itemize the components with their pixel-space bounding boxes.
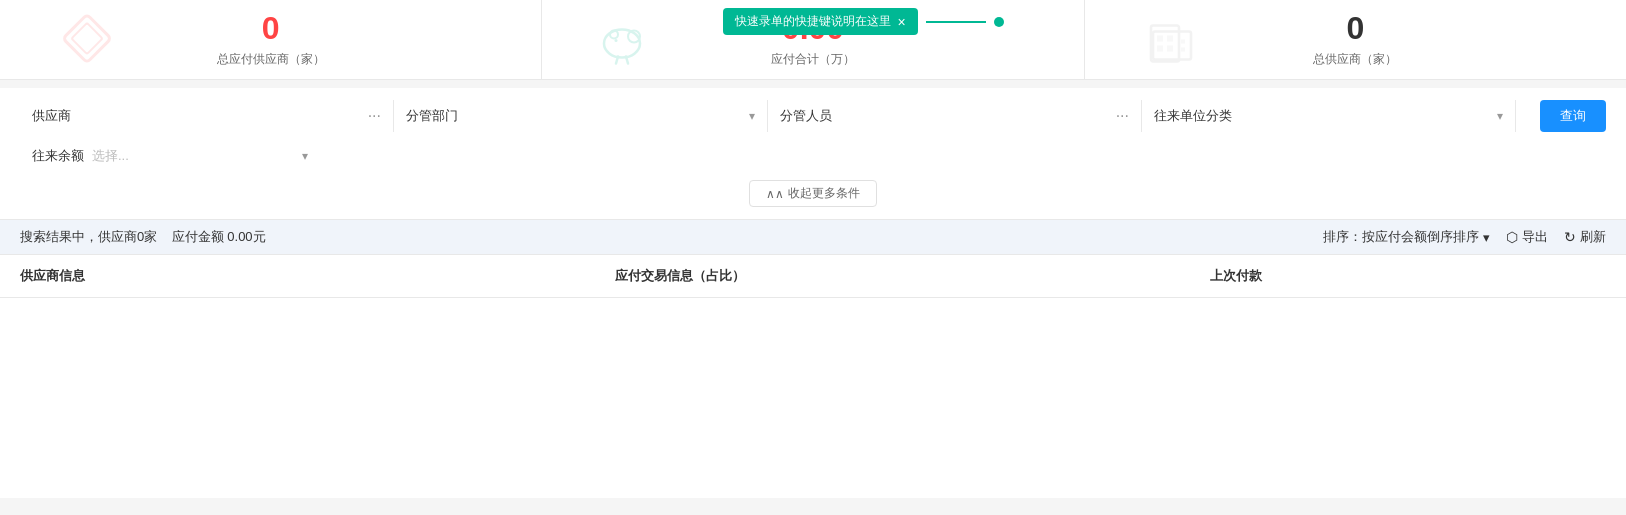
table-container: 供应商信息 应付交易信息（占比） 上次付款 — [0, 255, 1626, 498]
svg-point-7 — [615, 39, 618, 42]
diamond-icon — [60, 11, 114, 68]
export-label: 导出 — [1522, 228, 1548, 246]
tooltip-dot — [994, 17, 1004, 27]
piggy-icon — [592, 8, 652, 71]
query-button[interactable]: 查询 — [1540, 100, 1606, 132]
export-icon: ⬡ — [1506, 229, 1518, 245]
department-select[interactable]: ▾ — [466, 109, 755, 123]
balance-placeholder: 选择... — [92, 147, 298, 165]
unit-category-chevron-icon: ▾ — [1497, 109, 1503, 123]
sort-chevron-icon: ▾ — [1483, 230, 1490, 245]
department-label: 分管部门 — [406, 107, 458, 125]
result-amount: 应付金额 0.00元 — [172, 229, 266, 244]
balance-select[interactable]: 选择... ▾ — [92, 147, 308, 165]
total-suppliers-label: 总供应商（家） — [1313, 51, 1397, 68]
tooltip-line — [926, 21, 986, 23]
balance-chevron-icon: ▾ — [302, 149, 308, 163]
refresh-button[interactable]: ↻ 刷新 — [1564, 228, 1606, 246]
refresh-icon: ↻ — [1564, 229, 1576, 245]
svg-rect-1 — [71, 22, 102, 53]
filter-row-1: 供应商 ··· 分管部门 ▾ 分管人员 ··· 往来单位分类 ▾ — [20, 100, 1606, 132]
table-body — [0, 298, 1626, 498]
result-text: 搜索结果中，供应商0家 — [20, 229, 157, 244]
result-info: 搜索结果中，供应商0家 应付金额 0.00元 — [20, 228, 266, 246]
tooltip-container: 快速录单的快捷键说明在这里 × — [723, 8, 1003, 35]
col-transaction-title: 应付交易信息（占比） — [615, 268, 745, 283]
payable-total-label: 应付合计（万） — [771, 51, 855, 68]
total-suppliers-number: 0 — [1346, 11, 1364, 46]
tooltip-close-btn[interactable]: × — [897, 14, 905, 30]
export-button[interactable]: ⬡ 导出 — [1506, 228, 1548, 246]
svg-rect-13 — [1167, 45, 1173, 51]
tooltip-bubble: 快速录单的快捷键说明在这里 × — [723, 8, 917, 35]
department-filter: 分管部门 ▾ — [394, 100, 768, 132]
col-transaction-header: 应付交易信息（占比） — [615, 267, 1210, 285]
balance-filter: 往来余额 选择... ▾ — [20, 140, 320, 172]
collapse-up-icon: ∧∧ — [766, 187, 784, 201]
col-payment-header: 上次付款 — [1210, 267, 1607, 285]
svg-rect-11 — [1167, 35, 1173, 41]
unit-category-filter: 往来单位分类 ▾ — [1142, 100, 1516, 132]
collapse-label: 收起更多条件 — [788, 185, 860, 202]
payable-suppliers-stat: 0 总应付供应商（家） — [0, 0, 542, 79]
svg-rect-14 — [1181, 39, 1185, 43]
supplier-filter: 供应商 ··· — [20, 100, 394, 132]
result-bar: 搜索结果中，供应商0家 应付金额 0.00元 排序：按应付会额倒序排序 ▾ ⬡ … — [0, 220, 1626, 255]
payable-suppliers-number: 0 — [262, 11, 280, 46]
svg-rect-0 — [63, 14, 111, 62]
tooltip-text: 快速录单的快捷键说明在这里 — [735, 13, 891, 30]
supplier-label: 供应商 — [32, 107, 71, 125]
unit-category-select[interactable]: ▾ — [1240, 109, 1503, 123]
payable-total-stat: 快速录单的快捷键说明在这里 × 0.00 应付合计（万） — [542, 0, 1084, 79]
col-supplier-header: 供应商信息 — [20, 267, 615, 285]
stats-bar: 0 总应付供应商（家） 快速录单的快捷键说明在这里 × 0.00 应付合计（万） — [0, 0, 1626, 80]
sort-label: 排序：按应付会额倒序排序 — [1323, 228, 1479, 246]
manager-filter: 分管人员 ··· — [768, 100, 1142, 132]
manager-more-btn[interactable]: ··· — [1116, 107, 1129, 125]
filter-row-2: 往来余额 选择... ▾ — [20, 140, 1606, 172]
department-chevron-icon: ▾ — [749, 109, 755, 123]
table-header: 供应商信息 应付交易信息（占比） 上次付款 — [0, 255, 1626, 298]
sort-button[interactable]: 排序：按应付会额倒序排序 ▾ — [1323, 228, 1490, 246]
manager-label: 分管人员 — [780, 107, 832, 125]
building-icon — [1145, 11, 1199, 68]
refresh-label: 刷新 — [1580, 228, 1606, 246]
svg-rect-15 — [1181, 47, 1185, 51]
filter-bar: 供应商 ··· 分管部门 ▾ 分管人员 ··· 往来单位分类 ▾ — [0, 88, 1626, 220]
collapse-row: ∧∧ 收起更多条件 — [20, 180, 1606, 207]
unit-category-label: 往来单位分类 — [1154, 107, 1232, 125]
manager-input[interactable] — [840, 109, 1116, 124]
svg-rect-12 — [1157, 45, 1163, 51]
balance-label: 往来余额 — [32, 147, 84, 165]
col-payment-title: 上次付款 — [1210, 268, 1262, 283]
result-actions: 排序：按应付会额倒序排序 ▾ ⬡ 导出 ↻ 刷新 — [1323, 228, 1606, 246]
svg-rect-10 — [1157, 35, 1163, 41]
col-supplier-title: 供应商信息 — [20, 268, 85, 283]
total-suppliers-stat: 0 总供应商（家） — [1085, 0, 1626, 79]
supplier-more-btn[interactable]: ··· — [368, 107, 381, 125]
collapse-button[interactable]: ∧∧ 收起更多条件 — [749, 180, 877, 207]
payable-suppliers-label: 总应付供应商（家） — [217, 51, 325, 68]
supplier-input[interactable] — [79, 109, 368, 124]
